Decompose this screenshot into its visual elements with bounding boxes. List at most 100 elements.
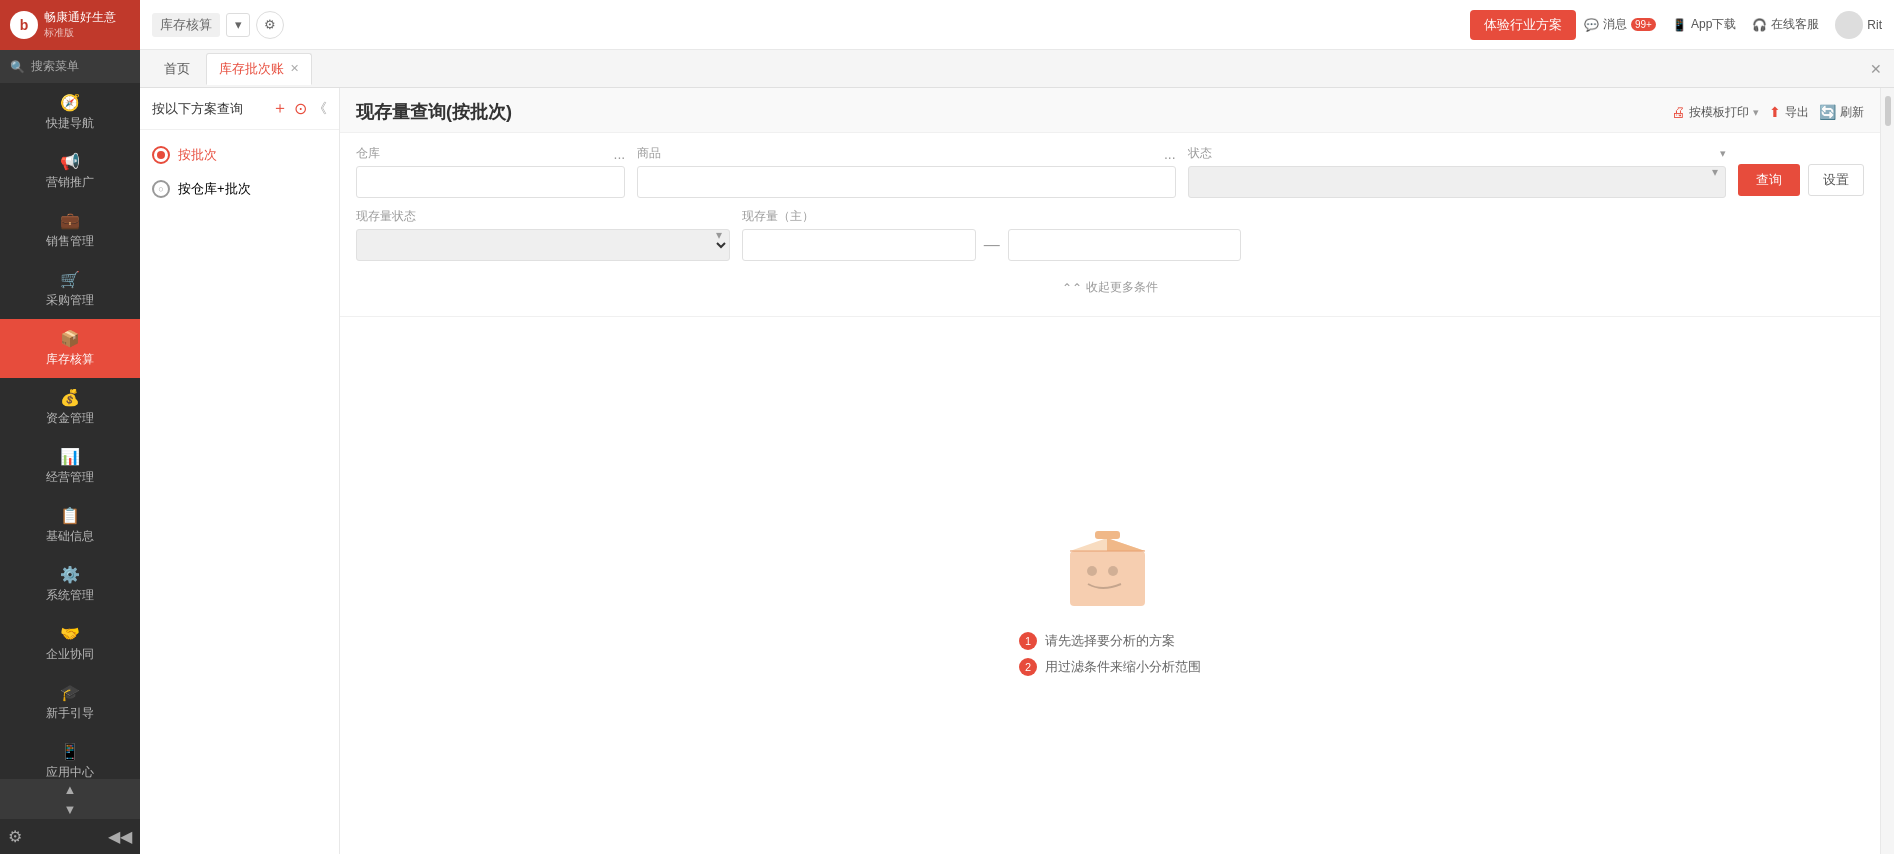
topbar: 库存核算 ▾ ⚙ 体验行业方案 💬 消息 99+ 📱 App下载 🎧 在线客服 … xyxy=(140,0,1894,50)
export-label: 导出 xyxy=(1785,104,1809,121)
svg-rect-6 xyxy=(1095,531,1120,539)
scheme-item-label: 按仓库+批次 xyxy=(178,180,251,198)
status-label: 状态 ▾ xyxy=(1188,145,1726,162)
nav-icon: 💰 xyxy=(60,388,80,407)
tab-inventory-batch[interactable]: 库存批次账 ✕ xyxy=(206,53,312,85)
headset-icon: 🎧 xyxy=(1752,18,1767,32)
query-area: 现存量查询(按批次) 🖨 按模板打印 ▾ ⬆ 导出 🔄 刷新 xyxy=(340,88,1880,854)
sidebar-item-guide[interactable]: 🎓 新手引导 xyxy=(0,673,140,732)
sidebar-item-label: 系统管理 xyxy=(46,587,94,604)
sidebar-item-finance[interactable]: 💰 资金管理 xyxy=(0,378,140,437)
sidebar-item-basics[interactable]: 📋 基础信息 xyxy=(0,496,140,555)
sidebar-item-label: 经营管理 xyxy=(46,469,94,486)
collapse-btn[interactable]: ◀◀ xyxy=(108,827,132,846)
step-num-1: 1 xyxy=(1019,632,1037,650)
scheme-settings-btn[interactable]: ⊙ xyxy=(294,99,307,118)
tab-label: 首页 xyxy=(164,60,190,78)
messages-badge: 99+ xyxy=(1631,18,1656,31)
stock-amount-to[interactable] xyxy=(1008,229,1241,261)
sidebar-bottom: ⚙ ◀◀ xyxy=(0,819,140,854)
search-label: 搜索菜单 xyxy=(31,58,79,75)
app-version: 标准版 xyxy=(44,26,116,40)
nav-icon: 📱 xyxy=(60,742,80,761)
stock-amount-range: — xyxy=(742,229,1241,261)
app-download-btn[interactable]: 📱 App下载 xyxy=(1672,16,1736,33)
settings-icon[interactable]: ⚙ xyxy=(8,827,22,846)
nav-icon: 🛒 xyxy=(60,270,80,289)
warehouse-input[interactable] xyxy=(356,166,625,198)
phone-icon: 📱 xyxy=(1672,18,1687,32)
print-dropdown-icon[interactable]: ▾ xyxy=(1753,106,1759,119)
nav-icon: ⚙️ xyxy=(60,565,80,584)
stock-amount-from[interactable] xyxy=(742,229,975,261)
empty-state: 1 请先选择要分析的方案 2 用过滤条件来缩小分析范围 xyxy=(340,317,1880,854)
scheme-add-btn[interactable]: ＋ xyxy=(272,98,288,119)
sidebar-item-app-center[interactable]: 📱 应用中心 xyxy=(0,732,140,779)
scheme-collapse-btn[interactable]: 《 xyxy=(313,100,327,118)
sidebar-item-sales[interactable]: 💼 销售管理 xyxy=(0,201,140,260)
refresh-btn[interactable]: 🔄 刷新 xyxy=(1819,104,1864,121)
warehouse-field: 仓库 ... xyxy=(356,145,625,198)
stock-status-field: 现存量状态 xyxy=(356,208,730,261)
scheme-item-by-batch[interactable]: 按批次 xyxy=(140,138,339,172)
product-input[interactable] xyxy=(637,166,1175,198)
print-template-btn[interactable]: 🖨 按模板打印 ▾ xyxy=(1671,104,1759,121)
app-download-label: App下载 xyxy=(1691,16,1736,33)
nav-icon: 🧭 xyxy=(60,93,80,112)
sidebar-item-purchase[interactable]: 🛒 采购管理 xyxy=(0,260,140,319)
sidebar-scroll-up[interactable]: ▲ xyxy=(0,779,140,799)
empty-step-2: 2 用过滤条件来缩小分析范围 xyxy=(1019,658,1201,676)
topbar-breadcrumb: 库存核算 ▾ ⚙ xyxy=(152,11,1462,39)
sidebar-item-quick-nav[interactable]: 🧭 快捷导航 xyxy=(0,83,140,142)
empty-step-1: 1 请先选择要分析的方案 xyxy=(1019,632,1201,650)
user-menu[interactable]: Rit xyxy=(1835,11,1882,39)
scheme-panel-title: 按以下方案查询 xyxy=(152,100,243,118)
tab-close-btn[interactable]: ✕ xyxy=(290,63,299,74)
stock-status-select[interactable] xyxy=(356,229,730,261)
nav-icon: 💼 xyxy=(60,211,80,230)
product-dots-btn[interactable]: ... xyxy=(1164,146,1176,162)
breadcrumb-text: 库存核算 xyxy=(152,13,220,37)
sidebar-item-inventory[interactable]: 📦 库存核算 xyxy=(0,319,140,378)
filter-area: 仓库 ... 商品 ... 状态 xyxy=(340,133,1880,317)
scrollbar-thumb[interactable] xyxy=(1885,96,1891,126)
tab-home[interactable]: 首页 xyxy=(152,54,202,84)
sidebar-item-operations[interactable]: 📊 经营管理 xyxy=(0,437,140,496)
sidebar-item-marketing[interactable]: 📢 营销推广 xyxy=(0,142,140,201)
avatar xyxy=(1835,11,1863,39)
breadcrumb-dropdown[interactable]: ▾ xyxy=(226,13,250,37)
product-label: 商品 ... xyxy=(637,145,1175,162)
sidebar-scroll-down[interactable]: ▼ xyxy=(0,799,140,819)
search-icon: 🔍 xyxy=(10,60,25,74)
messages-btn[interactable]: 💬 消息 99+ xyxy=(1584,16,1656,33)
scheme-active-icon xyxy=(152,146,170,164)
settings-btn[interactable]: 设置 xyxy=(1808,164,1864,196)
header-actions: 🖨 按模板打印 ▾ ⬆ 导出 🔄 刷新 xyxy=(1671,104,1864,121)
sidebar-item-label: 企业协同 xyxy=(46,646,94,663)
page-content: 按以下方案查询 ＋ ⊙ 《 按批次 ○ 按仓库+批次 xyxy=(140,88,1894,854)
scheme-icon: ○ xyxy=(152,180,170,198)
messages-label: 消息 xyxy=(1603,16,1627,33)
query-btn[interactable]: 查询 xyxy=(1738,164,1800,196)
tab-bar-close-btn[interactable]: ✕ xyxy=(1870,61,1882,77)
scheme-item-by-warehouse-batch[interactable]: ○ 按仓库+批次 xyxy=(140,172,339,206)
sidebar-item-system[interactable]: ⚙️ 系统管理 xyxy=(0,555,140,614)
export-btn[interactable]: ⬆ 导出 xyxy=(1769,104,1809,121)
sidebar-search[interactable]: 🔍 搜索菜单 xyxy=(0,50,140,83)
empty-illustration xyxy=(1050,496,1170,616)
user-name: Rit xyxy=(1867,18,1882,32)
experience-btn[interactable]: 体验行业方案 xyxy=(1470,10,1576,40)
right-scrollbar[interactable] xyxy=(1880,88,1894,854)
online-support-btn[interactable]: 🎧 在线客服 xyxy=(1752,16,1819,33)
nav-icon: 📦 xyxy=(60,329,80,348)
svg-point-4 xyxy=(1087,566,1097,576)
warehouse-dots-btn[interactable]: ... xyxy=(614,146,626,162)
sidebar-item-enterprise[interactable]: 🤝 企业协同 xyxy=(0,614,140,673)
filter-row-2: 现存量状态 现存量（主） — xyxy=(356,208,1864,261)
message-icon: 💬 xyxy=(1584,18,1599,32)
topbar-settings-btn[interactable]: ⚙ xyxy=(256,11,284,39)
tab-bar: 首页 库存批次账 ✕ ✕ xyxy=(140,50,1894,88)
sidebar-item-label: 营销推广 xyxy=(46,174,94,191)
status-select[interactable] xyxy=(1188,166,1726,198)
collapse-more-btn[interactable]: ⌃⌃ 收起更多条件 xyxy=(356,271,1864,304)
